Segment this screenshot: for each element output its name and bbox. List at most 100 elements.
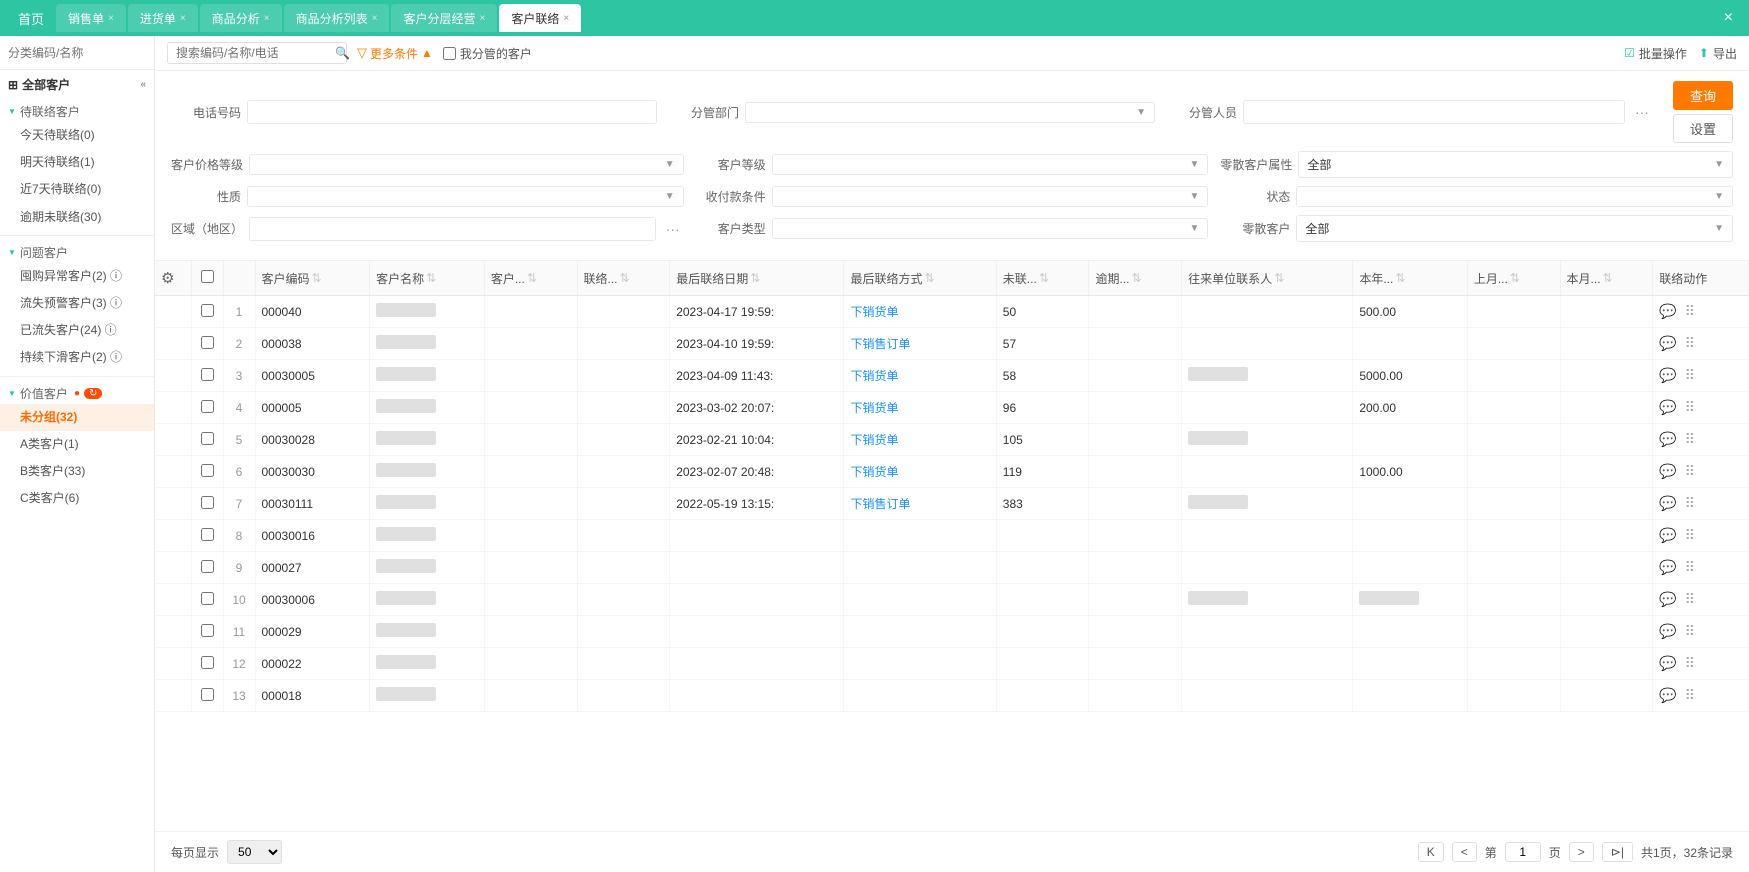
last-contact-way-cell[interactable] (844, 584, 996, 616)
row-checkbox[interactable] (201, 432, 214, 445)
last-contact-way-cell[interactable]: 下销货单 (844, 296, 996, 328)
customer-type-select[interactable]: ▼ (772, 218, 1209, 239)
collapse-icon[interactable]: « (140, 79, 146, 90)
last-contact-way-header[interactable]: 最后联络方式⇅ (844, 261, 996, 296)
more-action-icon[interactable]: ⠿ (1685, 527, 1695, 544)
payment-terms-select[interactable]: ▼ (772, 186, 1209, 207)
row-checkbox[interactable] (201, 624, 214, 637)
last-contact-way-cell[interactable]: 下销售订单 (844, 488, 996, 520)
contact-action-icon[interactable]: 💬 (1659, 335, 1676, 352)
last-contact-way-cell[interactable] (844, 680, 996, 712)
contact-action-icon[interactable]: 💬 (1659, 431, 1676, 448)
sidebar-item-hoarding-anomaly[interactable]: 囤购异常客户(2) ⓘ (0, 263, 154, 290)
search-icon[interactable]: 🔍 (335, 46, 350, 60)
this-month-header[interactable]: 本月...⇅ (1560, 261, 1653, 296)
sidebar-item-today[interactable]: 今天待联络(0) (0, 122, 154, 149)
search-input[interactable] (176, 46, 331, 60)
close-tab-5[interactable]: × (563, 13, 569, 24)
nav-tab-customer-tier[interactable]: 客户分层经营 × (391, 4, 497, 32)
check-cell[interactable] (191, 584, 223, 616)
check-cell[interactable] (191, 296, 223, 328)
last-month-header[interactable]: 上月...⇅ (1467, 261, 1560, 296)
contact-way-link[interactable]: 下销货单 (850, 401, 898, 415)
group-problem-customer[interactable]: ▼ 问题客户 (0, 240, 154, 263)
more-action-icon[interactable]: ⠿ (1685, 399, 1695, 416)
row-checkbox[interactable] (201, 464, 214, 477)
sidebar-item-a-class[interactable]: A类客户(1) (0, 431, 154, 458)
select-all-checkbox[interactable] (201, 270, 214, 283)
name-column-header[interactable]: 客户名称⇅ (370, 261, 485, 296)
nav-tab-analysis-list[interactable]: 商品分析列表 × (284, 4, 390, 32)
contact-way-link[interactable]: 下销货单 (850, 369, 898, 383)
check-cell[interactable] (191, 392, 223, 424)
contact-action-icon[interactable]: 💬 (1659, 655, 1676, 672)
more-action-icon[interactable]: ⠿ (1685, 623, 1695, 640)
nav-tab-analysis[interactable]: 商品分析 × (200, 4, 282, 32)
more-action-icon[interactable]: ⠿ (1685, 687, 1695, 704)
group-waiting-contact[interactable]: ▼ 待联络客户 (0, 99, 154, 122)
sidebar-item-tomorrow[interactable]: 明天待联络(1) (0, 149, 154, 176)
check-cell[interactable] (191, 424, 223, 456)
row-checkbox[interactable] (201, 304, 214, 317)
sidebar-item-c-class[interactable]: C类客户(6) (0, 485, 154, 512)
row-checkbox[interactable] (201, 336, 214, 349)
check-cell[interactable] (191, 360, 223, 392)
row-checkbox[interactable] (201, 560, 214, 573)
last-contact-way-cell[interactable]: 下销货单 (844, 456, 996, 488)
row-checkbox[interactable] (201, 656, 214, 669)
contact-way-link[interactable]: 下销货单 (850, 433, 898, 447)
more-action-icon[interactable]: ⠿ (1685, 495, 1695, 512)
close-all-tabs[interactable]: × (1716, 9, 1741, 27)
contact-action-icon[interactable]: 💬 (1659, 527, 1676, 544)
region-input[interactable] (249, 217, 656, 241)
group-value-customer[interactable]: ▼ 价值客户 ● ↻ (0, 381, 154, 404)
contact-action-icon[interactable]: 💬 (1659, 687, 1676, 704)
type-column-header[interactable]: 客户...⇅ (484, 261, 577, 296)
more-action-icon[interactable]: ⠿ (1685, 591, 1695, 608)
export-btn[interactable]: ⬆ 导出 (1699, 45, 1737, 62)
last-page-btn[interactable]: ⊳| (1602, 842, 1633, 862)
refresh-icon[interactable]: ↻ (84, 388, 102, 399)
region-dots-icon[interactable]: ··· (662, 221, 684, 237)
contact-way-link[interactable]: 下销售订单 (850, 497, 910, 511)
status-select[interactable]: ▼ (1296, 186, 1733, 207)
query-button[interactable]: 查询 (1673, 81, 1733, 110)
row-checkbox[interactable] (201, 496, 214, 509)
price-level-select[interactable]: ▼ (249, 154, 684, 175)
last-contact-way-cell[interactable] (844, 616, 996, 648)
sidebar-item-churned[interactable]: 已流失客户(24) ⓘ (0, 317, 154, 344)
row-checkbox[interactable] (201, 368, 214, 381)
sidebar-item-b-class[interactable]: B类客户(33) (0, 458, 154, 485)
uncontacted-header[interactable]: 未联...⇅ (996, 261, 1089, 296)
contact-column-header[interactable]: 联络...⇅ (577, 261, 670, 296)
more-action-icon[interactable]: ⠿ (1685, 431, 1695, 448)
row-checkbox[interactable] (201, 592, 214, 605)
contact-way-link[interactable]: 下销货单 (850, 305, 898, 319)
sidebar-item-declining[interactable]: 持续下滑客户(2) ⓘ (0, 344, 154, 371)
contact-action-icon[interactable]: 💬 (1659, 559, 1676, 576)
customer-level-select[interactable]: ▼ (772, 154, 1209, 175)
contact-action-icon[interactable]: 💬 (1659, 399, 1676, 416)
sidebar-item-ungroup[interactable]: 未分组(32) (0, 404, 154, 431)
more-action-icon[interactable]: ⠿ (1685, 463, 1695, 480)
last-contact-way-cell[interactable]: 下销货单 (844, 424, 996, 456)
more-action-icon[interactable]: ⠿ (1685, 335, 1695, 352)
more-action-icon[interactable]: ⠿ (1685, 303, 1695, 320)
more-conditions-btn[interactable]: ▽ 更多条件 ▲ (357, 45, 433, 62)
sidebar-search-input[interactable] (8, 46, 155, 60)
all-customers-header[interactable]: ⊞ 全部客户 « (0, 70, 154, 99)
last-contact-date-header[interactable]: 最后联络日期⇅ (670, 261, 844, 296)
my-customers-filter[interactable]: 我分管的客户 (443, 45, 532, 62)
last-contact-way-cell[interactable] (844, 648, 996, 680)
page-number-input[interactable] (1505, 842, 1541, 862)
nature-select[interactable]: ▼ (247, 186, 684, 207)
check-column-header[interactable] (191, 261, 223, 296)
contact-action-icon[interactable]: 💬 (1659, 495, 1676, 512)
close-tab-4[interactable]: × (479, 13, 485, 24)
manager-dots-icon[interactable]: ··· (1631, 104, 1653, 120)
last-contact-way-cell[interactable]: 下销售订单 (844, 328, 996, 360)
prev-page-btn[interactable]: < (1452, 842, 1477, 862)
check-cell[interactable] (191, 328, 223, 360)
reset-button[interactable]: 设置 (1673, 114, 1733, 143)
check-cell[interactable] (191, 552, 223, 584)
